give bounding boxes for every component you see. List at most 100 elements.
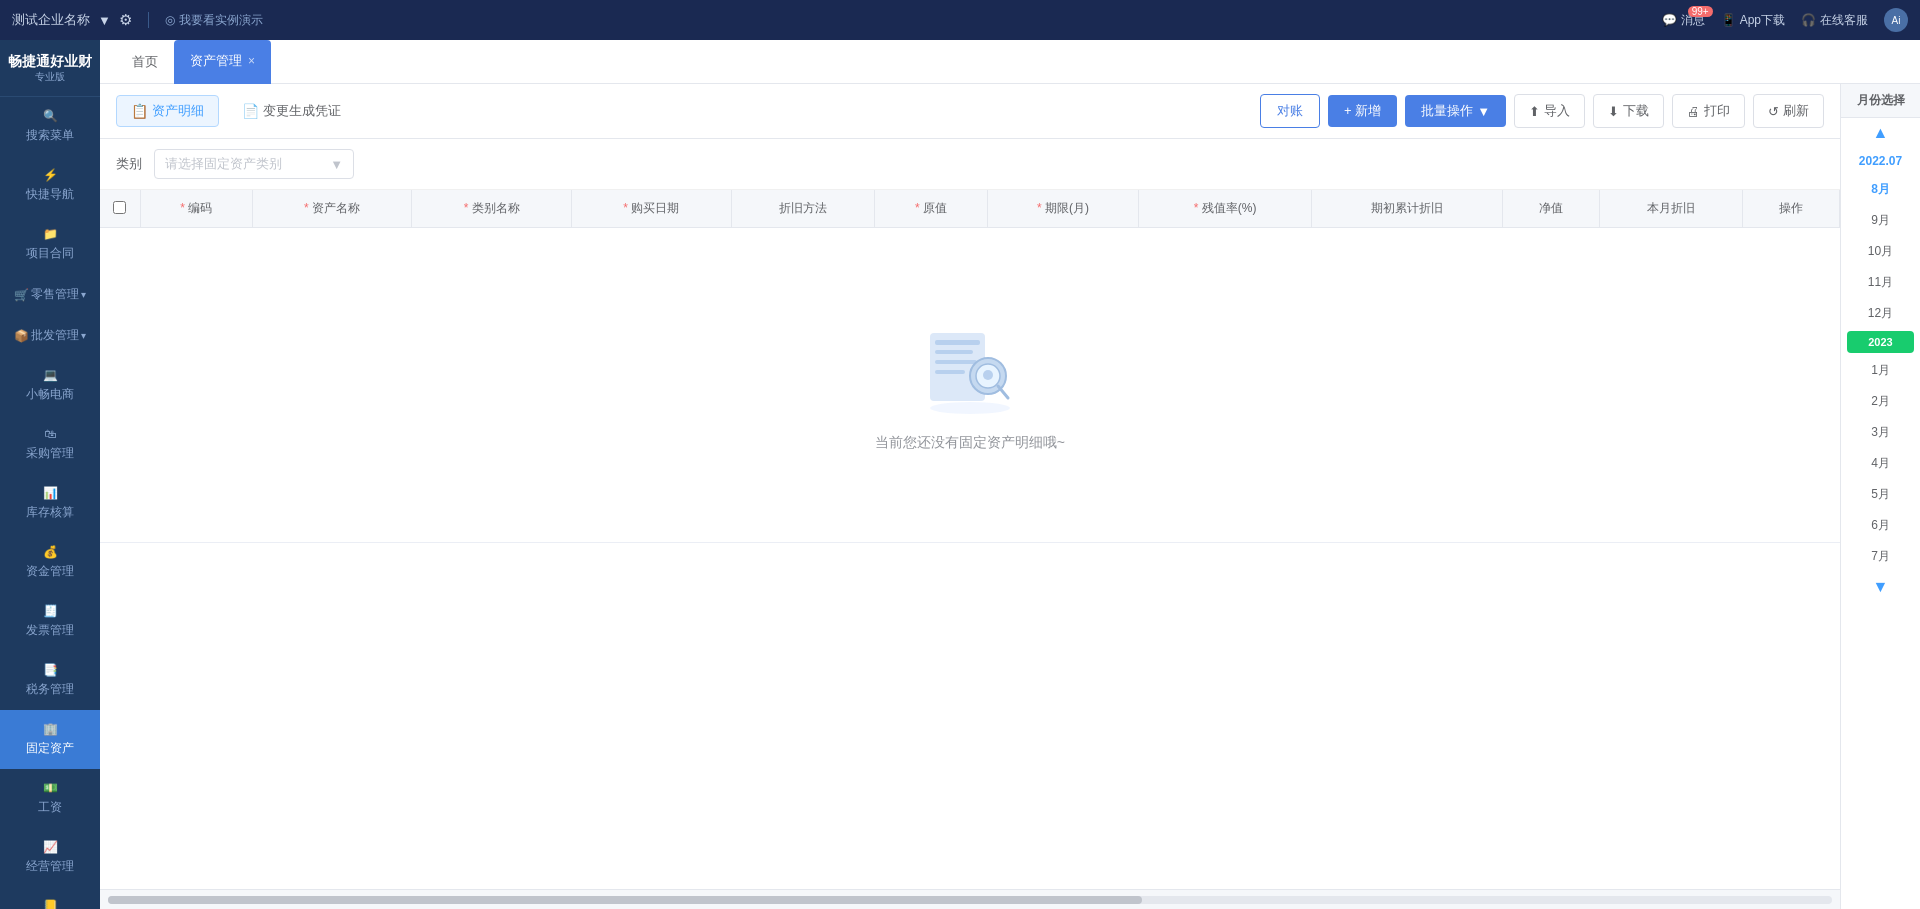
settings-icon[interactable]: ⚙	[119, 11, 132, 29]
sidebar-item-search[interactable]: 🔍 搜索菜单	[0, 97, 100, 156]
company-dropdown-icon[interactable]: ▼	[98, 13, 111, 28]
search-icon: 🔍	[43, 109, 58, 123]
month-item-2023[interactable]: 2023	[1847, 331, 1914, 353]
inventory-icon: 📊	[43, 486, 58, 500]
month-nav-up: ▲	[1841, 118, 1920, 148]
sidebar-item-inventory[interactable]: 📊 库存核算	[0, 474, 100, 533]
subtab-asset-detail[interactable]: 📋 资产明细	[116, 95, 219, 127]
col-operation: 操作	[1743, 190, 1840, 228]
select-all-checkbox[interactable]	[113, 201, 126, 214]
company-name: 测试企业名称	[12, 11, 90, 29]
inner-panel: 📋 资产明细 📄 变更生成凭证 对账 + 新增 批量操	[100, 84, 1840, 909]
month-item-7[interactable]: 7月	[1841, 541, 1920, 572]
refresh-icon: ↺	[1768, 104, 1779, 119]
month-item-2[interactable]: 2月	[1841, 386, 1920, 417]
project-icon: 📁	[43, 227, 58, 241]
tab-asset-management[interactable]: 资产管理 ×	[174, 40, 271, 84]
messages-button[interactable]: 💬 消息 99+	[1662, 12, 1705, 29]
sidebar-item-label: 搜索菜单	[26, 127, 74, 144]
tab-asset-label: 资产管理	[190, 52, 242, 70]
sidebar-item-project[interactable]: 📁 项目合同	[0, 215, 100, 274]
add-button[interactable]: + 新增	[1328, 95, 1397, 127]
col-accumulated-depreciation: 期初累计折旧	[1312, 190, 1503, 228]
month-item-3[interactable]: 3月	[1841, 417, 1920, 448]
month-item-4[interactable]: 4月	[1841, 448, 1920, 479]
sidebar-item-tax[interactable]: 📑 税务管理	[0, 651, 100, 710]
print-button[interactable]: 🖨 打印	[1672, 94, 1745, 128]
fixed-assets-icon: 🏢	[43, 722, 58, 736]
sidebar-item-invoice[interactable]: 🧾 发票管理	[0, 592, 100, 651]
month-item-12[interactable]: 12月	[1841, 298, 1920, 329]
col-purchase-date: 购买日期	[571, 190, 731, 228]
month-item-5[interactable]: 5月	[1841, 479, 1920, 510]
subtab-asset-detail-label: 资产明细	[152, 102, 204, 120]
refresh-button[interactable]: ↺ 刷新	[1753, 94, 1824, 128]
retail-icon: 🛒	[14, 288, 29, 302]
svg-point-0	[930, 402, 1010, 414]
sidebar-item-purchase[interactable]: 🛍 采购管理	[0, 415, 100, 474]
month-nav-down-button[interactable]: ▼	[1867, 576, 1895, 598]
filter-category-select[interactable]: 请选择固定资产类别 ▼	[154, 149, 354, 179]
content-area: 首页 资产管理 × 📋 资产明细 📄 变更生成凭证	[100, 40, 1920, 909]
sidebar-item-salary[interactable]: 💵 工资	[0, 769, 100, 828]
avatar[interactable]: Ai	[1884, 8, 1908, 32]
app-download-button[interactable]: 📱 App下载	[1721, 12, 1785, 29]
sidebar-item-management[interactable]: 📈 经营管理	[0, 828, 100, 887]
tab-home[interactable]: 首页	[116, 40, 174, 84]
sidebar-item-fixed-assets[interactable]: 🏢 固定资产	[0, 710, 100, 769]
sidebar-item-label: 批发管理	[31, 327, 79, 344]
online-service-label: 在线客服	[1820, 12, 1868, 29]
col-code: 编码	[140, 190, 252, 228]
top-bar-left: 测试企业名称 ▼ ⚙ ◎ 我要看实例演示	[12, 11, 263, 29]
sidebar-item-ecommerce[interactable]: 💻 小畅电商	[0, 356, 100, 415]
change-voucher-icon: 📄	[242, 103, 259, 119]
select-all-cell[interactable]	[100, 190, 140, 228]
tax-icon: 📑	[43, 663, 58, 677]
chevron-down-icon: ▾	[81, 289, 86, 300]
headset-icon: 🎧	[1801, 13, 1816, 27]
month-item-6[interactable]: 6月	[1841, 510, 1920, 541]
empty-state: 当前您还没有固定资产明细哦~	[112, 238, 1828, 532]
print-label: 打印	[1704, 102, 1730, 120]
top-bar-right: 💬 消息 99+ 📱 App下载 🎧 在线客服 Ai	[1662, 8, 1908, 32]
month-current-year[interactable]: 2022.07	[1841, 148, 1920, 174]
month-item-9[interactable]: 9月	[1841, 205, 1920, 236]
message-count: 99+	[1688, 6, 1713, 17]
tab-close-icon[interactable]: ×	[248, 54, 255, 68]
batch-arrow-icon: ▼	[1477, 104, 1490, 119]
import-button[interactable]: ⬆ 导入	[1514, 94, 1585, 128]
svg-line-8	[998, 386, 1008, 398]
sidebar-item-label: 固定资产	[26, 740, 74, 757]
month-nav-down: ▼	[1841, 572, 1920, 602]
month-item-10[interactable]: 10月	[1841, 236, 1920, 267]
table-container: 编码 资产名称 类别名称 购买日期 折旧方法 原值 期限(月) 残值率(%) 期…	[100, 190, 1840, 889]
reconcile-button[interactable]: 对账	[1260, 94, 1320, 128]
sidebar-item-finance[interactable]: 💰 资金管理	[0, 533, 100, 592]
horizontal-scrollbar[interactable]	[108, 896, 1832, 904]
col-period: 期限(月)	[987, 190, 1139, 228]
sidebar-item-quick-nav[interactable]: ⚡ 快捷导航	[0, 156, 100, 215]
month-item-8[interactable]: 8月	[1841, 174, 1920, 205]
col-residual-rate: 残值率(%)	[1139, 190, 1312, 228]
subtab-change-voucher[interactable]: 📄 变更生成凭证	[227, 95, 356, 127]
sidebar-item-wholesale[interactable]: 📦 批发管理 ▾	[0, 315, 100, 356]
svg-rect-4	[935, 360, 977, 364]
sidebar-item-ledger[interactable]: 📒 总账管理	[0, 887, 100, 909]
month-item-11[interactable]: 11月	[1841, 267, 1920, 298]
month-item-1[interactable]: 1月	[1841, 355, 1920, 386]
month-nav-up-button[interactable]: ▲	[1867, 122, 1895, 144]
online-service-button[interactable]: 🎧 在线客服	[1801, 12, 1868, 29]
sidebar-item-label: 采购管理	[26, 445, 74, 462]
sidebar-item-label: 库存核算	[26, 504, 74, 521]
scrollbar-thumb	[108, 896, 1142, 904]
col-original-value: 原值	[875, 190, 987, 228]
demo-text: 我要看实例演示	[179, 12, 263, 29]
message-icon: 💬	[1662, 13, 1677, 27]
app-download-label: App下载	[1740, 12, 1785, 29]
demo-link[interactable]: ◎ 我要看实例演示	[165, 12, 263, 29]
sidebar-item-retail[interactable]: 🛒 零售管理 ▾	[0, 274, 100, 315]
batch-button[interactable]: 批量操作 ▼	[1405, 95, 1506, 127]
col-monthly-depreciation: 本月折旧	[1599, 190, 1743, 228]
download-button[interactable]: ⬇ 下载	[1593, 94, 1664, 128]
app-download-icon: 📱	[1721, 13, 1736, 27]
